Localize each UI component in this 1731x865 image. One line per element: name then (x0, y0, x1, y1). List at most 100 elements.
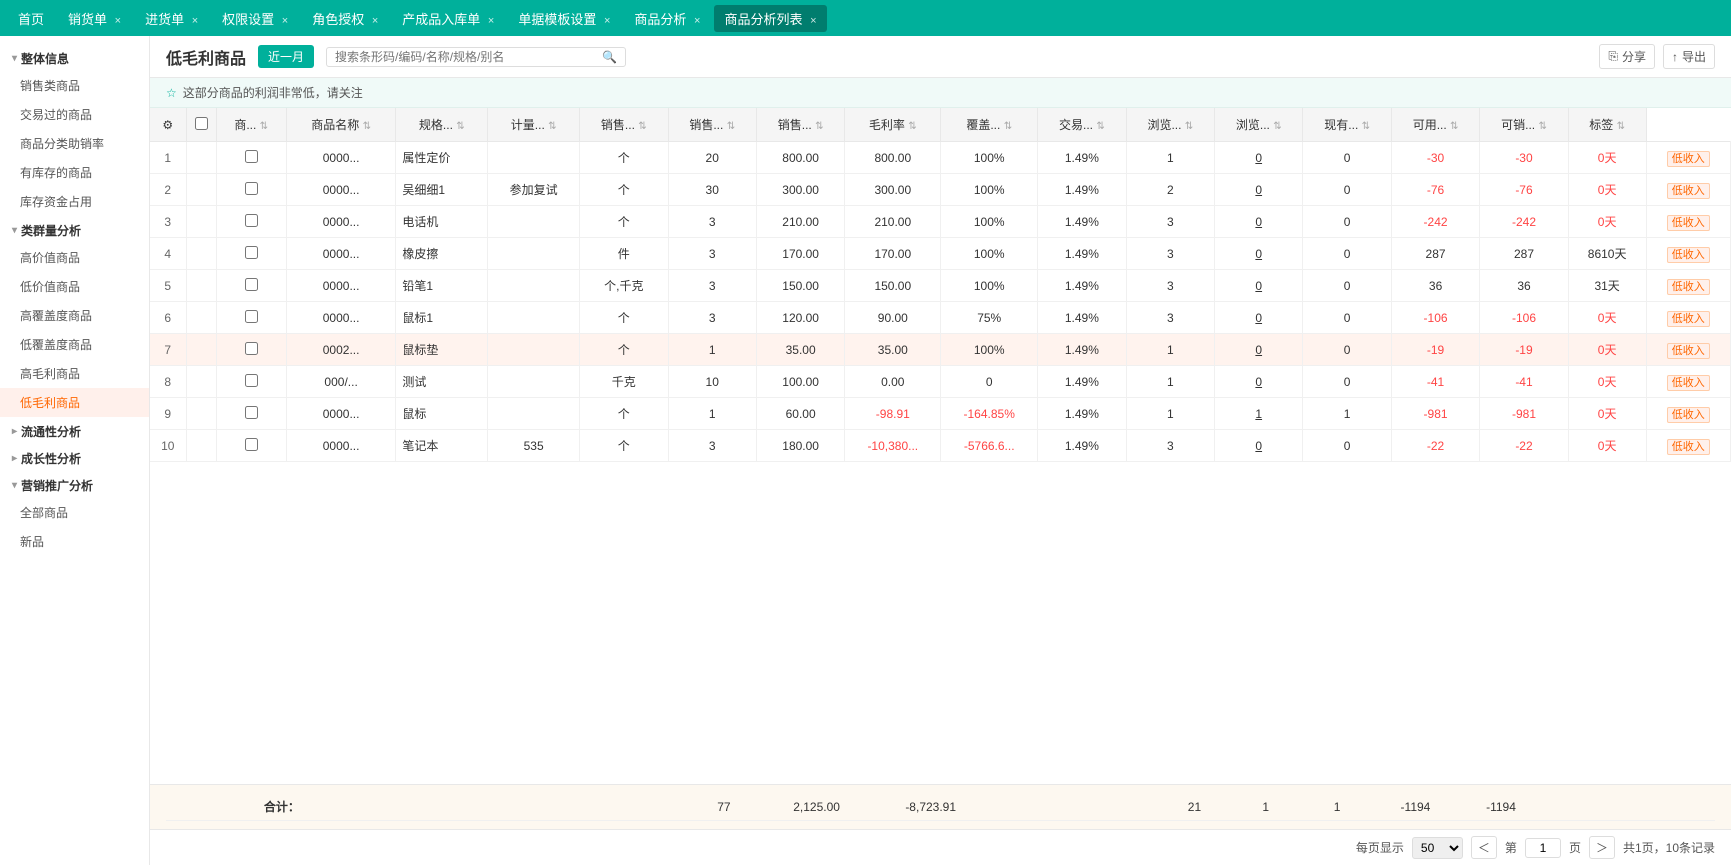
col-checkbox[interactable] (186, 108, 216, 142)
sidebar-item-inventory-funds[interactable]: 库存资金占用 (0, 187, 149, 216)
cell-trade: 1 (1126, 398, 1214, 430)
col-trade[interactable]: 交易... ⇅ (1038, 108, 1126, 142)
sidebar-item-traded-goods[interactable]: 交易过的商品 (0, 100, 149, 129)
nav-permissions[interactable]: 权限设置 × (212, 5, 298, 32)
export-button[interactable]: ↑ 导出 (1663, 44, 1715, 69)
sidebar-item-low-margin[interactable]: 低毛利商品 (0, 388, 149, 417)
nav-permissions-close[interactable]: × (282, 15, 288, 27)
cell-view1[interactable]: 0 (1215, 174, 1303, 206)
sidebar-item-inventory-goods[interactable]: 有库存的商品 (0, 158, 149, 187)
time-filter-button[interactable]: 近一月 (258, 45, 314, 68)
nav-template-close[interactable]: × (604, 15, 610, 27)
nav-sales[interactable]: 销货单 × (58, 5, 131, 32)
next-page-button[interactable]: ＞ (1589, 836, 1615, 859)
cell-checkbox[interactable] (216, 174, 286, 206)
sidebar-item-high-margin[interactable]: 高毛利商品 (0, 359, 149, 388)
cell-checkbox[interactable] (216, 238, 286, 270)
cell-checkbox[interactable] (216, 302, 286, 334)
cell-view1[interactable]: 0 (1215, 142, 1303, 174)
cell-view1[interactable]: 0 (1215, 270, 1303, 302)
row-checkbox[interactable] (245, 406, 258, 419)
cell-checkbox[interactable] (216, 334, 286, 366)
col-sale-amount[interactable]: 销售... ⇅ (756, 108, 844, 142)
row-checkbox[interactable] (245, 342, 258, 355)
page-size-select[interactable]: 50 100 200 (1412, 837, 1463, 859)
nav-purchase[interactable]: 进货单 × (135, 5, 208, 32)
search-icon[interactable]: 🔍 (602, 50, 617, 64)
col-coverage[interactable]: 覆盖... ⇅ (941, 108, 1038, 142)
cell-checkbox[interactable] (216, 430, 286, 462)
col-spec[interactable]: 规格... ⇅ (396, 108, 488, 142)
nav-product-entry-close[interactable]: × (488, 15, 494, 27)
cell-view1[interactable]: 0 (1215, 206, 1303, 238)
sidebar-item-high-value[interactable]: 高价值商品 (0, 243, 149, 272)
col-gross-margin[interactable]: 毛利率 ⇅ (845, 108, 941, 142)
cell-view1[interactable]: 0 (1215, 302, 1303, 334)
nav-roles-close[interactable]: × (372, 15, 378, 27)
col-sellable[interactable]: 可销... ⇅ (1480, 108, 1568, 142)
tag-badge: 低收入 (1667, 311, 1710, 327)
row-checkbox[interactable] (245, 214, 258, 227)
cell-view1[interactable]: 0 (1215, 366, 1303, 398)
nav-purchase-close[interactable]: × (192, 15, 198, 27)
prev-page-button[interactable]: ＜ (1471, 836, 1497, 859)
sidebar-group-growth[interactable]: ▸ 成长性分析 (0, 444, 149, 471)
nav-analysis-list[interactable]: 商品分析列表 × (714, 5, 826, 32)
sidebar-item-category-rate[interactable]: 商品分类助销率 (0, 129, 149, 158)
sidebar-group-flow[interactable]: ▸ 流通性分析 (0, 417, 149, 444)
cell-checkbox[interactable] (216, 142, 286, 174)
table-body: 1 0000... 属性定价 个 20 800.00 800.00 100% 1… (150, 142, 1731, 462)
search-input[interactable] (335, 50, 602, 64)
page-number-input[interactable] (1525, 838, 1561, 858)
col-settings[interactable]: ⚙ (150, 108, 186, 142)
col-current[interactable]: 现有... ⇅ (1303, 108, 1391, 142)
row-checkbox[interactable] (245, 438, 258, 451)
nav-sales-close[interactable]: × (115, 15, 121, 27)
cell-coverage: 1.49% (1038, 174, 1126, 206)
row-checkbox[interactable] (245, 278, 258, 291)
sidebar-group-marketing[interactable]: ▾ 营销推广分析 (0, 471, 149, 498)
cell-checkbox[interactable] (216, 398, 286, 430)
cell-view2: 0 (1303, 270, 1391, 302)
cell-view1[interactable]: 0 (1215, 430, 1303, 462)
col-name[interactable]: 商品名称 ⇅ (286, 108, 396, 142)
row-checkbox[interactable] (245, 310, 258, 323)
nav-home[interactable]: 首页 (8, 5, 54, 32)
row-checkbox[interactable] (245, 150, 258, 163)
share-button[interactable]: ⎘ 分享 (1599, 44, 1655, 69)
cell-unit: 个 (580, 142, 668, 174)
nav-analysis-list-close[interactable]: × (810, 15, 816, 27)
cell-checkbox[interactable] (216, 206, 286, 238)
col-available[interactable]: 可用... ⇅ (1391, 108, 1479, 142)
cell-view1[interactable]: 0 (1215, 238, 1303, 270)
col-sale-price[interactable]: 销售... ⇅ (668, 108, 756, 142)
sidebar-item-new-goods[interactable]: 新品 (0, 527, 149, 556)
cell-view1[interactable]: 0 (1215, 334, 1303, 366)
nav-template[interactable]: 单据模板设置 × (508, 5, 620, 32)
col-view2[interactable]: 浏览... ⇅ (1215, 108, 1303, 142)
sidebar-group-overall[interactable]: ▾ 整体信息 (0, 44, 149, 71)
sidebar-item-low-value[interactable]: 低价值商品 (0, 272, 149, 301)
sidebar-group-cluster[interactable]: ▾ 类群量分析 (0, 216, 149, 243)
sidebar-item-sales-goods[interactable]: 销售类商品 (0, 71, 149, 100)
select-all-checkbox[interactable] (195, 117, 208, 130)
sidebar-item-high-coverage[interactable]: 高覆盖度商品 (0, 301, 149, 330)
col-unit[interactable]: 计量... ⇅ (488, 108, 580, 142)
sidebar-item-low-coverage[interactable]: 低覆盖度商品 (0, 330, 149, 359)
nav-product-entry[interactable]: 产成品入库单 × (392, 5, 504, 32)
cell-checkbox[interactable] (216, 270, 286, 302)
row-checkbox[interactable] (245, 182, 258, 195)
row-checkbox[interactable] (245, 246, 258, 259)
col-view1[interactable]: 浏览... ⇅ (1126, 108, 1214, 142)
nav-analysis-close[interactable]: × (694, 15, 700, 27)
nav-roles[interactable]: 角色授权 × (302, 5, 388, 32)
col-code[interactable]: 商... ⇅ (216, 108, 286, 142)
sidebar-item-all-goods[interactable]: 全部商品 (0, 498, 149, 527)
col-tag[interactable]: 标签 ⇅ (1568, 108, 1646, 142)
row-checkbox[interactable] (245, 374, 258, 387)
nav-analysis[interactable]: 商品分析 × (624, 5, 710, 32)
cell-code: 0000... (286, 430, 396, 462)
col-sale-qty[interactable]: 销售... ⇅ (580, 108, 668, 142)
cell-checkbox[interactable] (216, 366, 286, 398)
cell-view1[interactable]: 1 (1215, 398, 1303, 430)
